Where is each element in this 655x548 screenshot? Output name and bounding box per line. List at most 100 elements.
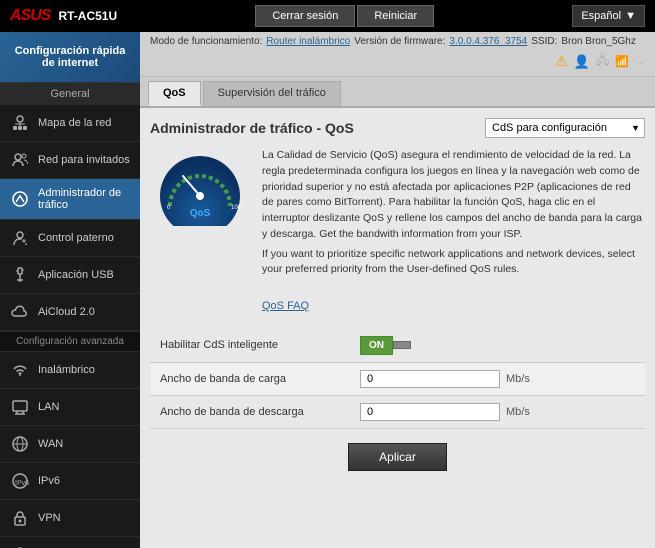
quick-config-label: Configuración rápida de internet	[8, 45, 132, 69]
sidebar-item-vpn[interactable]: VPN	[0, 500, 140, 537]
ssid-value: Bron Bron_5Ghz	[561, 36, 636, 47]
logo-area: ASUS RT-AC51U	[10, 7, 117, 25]
sidebar-item-label: Red para invitados	[38, 154, 130, 166]
download-bandwidth-value: Mb/s	[360, 403, 530, 421]
svg-text:QoS: QoS	[190, 208, 211, 219]
sidebar-item-label: Control paterno	[38, 232, 114, 244]
firmware-bar: Modo de funcionamiento: Router inalámbri…	[140, 32, 655, 77]
firmware-version[interactable]: 3.0.0.4.376_3754	[449, 36, 527, 47]
download-unit: Mb/s	[506, 406, 530, 418]
sidebar-item-label: LAN	[38, 401, 59, 413]
info-description: La Calidad de Servicio (QoS) asegura el …	[262, 148, 645, 315]
status-icons: ⚠ 👤 🖧 📶 →	[555, 51, 645, 72]
form-fields: Habilitar CdS inteligente ON Ancho de ba…	[150, 329, 645, 429]
sidebar-quick-config[interactable]: Configuración rápida de internet	[0, 32, 140, 82]
sidebar-item-usb[interactable]: Aplicación USB	[0, 257, 140, 294]
chevron-down-icon: ▼	[625, 10, 636, 22]
traffic-icon	[10, 189, 30, 209]
enable-qos-value: ON	[360, 336, 411, 355]
sidebar-item-label: Administrador de tráfico	[38, 187, 130, 211]
apply-button[interactable]: Aplicar	[348, 443, 447, 471]
ssid-label: SSID:	[531, 36, 557, 47]
ipv6-icon: IPv6	[10, 471, 30, 491]
sidebar-item-label: VPN	[38, 512, 61, 524]
sidebar: Configuración rápida de internet General…	[0, 32, 140, 548]
tab-qos[interactable]: QoS	[148, 81, 201, 106]
speedometer-graphic: QoS 0 100	[150, 148, 250, 228]
field-upload-bandwidth: Ancho de banda de carga Mb/s	[150, 363, 645, 396]
upload-unit: Mb/s	[506, 373, 530, 385]
sidebar-item-label: Mapa de la red	[38, 117, 111, 129]
network-status-icon: 🖧	[596, 51, 609, 72]
warning-icon: ⚠	[555, 53, 568, 70]
sidebar-item-label: AiCloud 2.0	[38, 306, 95, 318]
wan-icon	[10, 434, 30, 454]
upload-bandwidth-input[interactable]	[360, 370, 500, 388]
main-content: Modo de funcionamiento: Router inalámbri…	[140, 32, 655, 548]
parental-icon	[10, 228, 30, 248]
sidebar-section-advanced: Configuración avanzada	[0, 331, 140, 352]
info-paragraph-2: If you want to prioritize specific netwo…	[262, 247, 645, 279]
sidebar-item-firewall[interactable]: Firewall	[0, 537, 140, 548]
sidebar-item-guests[interactable]: Red para invitados	[0, 142, 140, 179]
header: ASUS RT-AC51U Cerrar sesión Reiniciar Es…	[0, 0, 655, 32]
sidebar-item-aicloud[interactable]: AiCloud 2.0	[0, 294, 140, 331]
header-buttons: Cerrar sesión Reiniciar	[255, 5, 434, 27]
guests-icon	[10, 150, 30, 170]
config-dropdown[interactable]: CdS para configuración	[485, 118, 645, 138]
asus-logo: ASUS	[10, 7, 50, 25]
sidebar-item-ipv6[interactable]: IPv6 IPv6	[0, 463, 140, 500]
signal-icon: 📶	[615, 55, 629, 68]
user-icon: 👤	[574, 54, 590, 70]
info-box: QoS 0 100 La Calidad de Servicio (QoS) a…	[150, 148, 645, 315]
field-download-bandwidth: Ancho de banda de descarga Mb/s	[150, 396, 645, 429]
sidebar-item-parental[interactable]: Control paterno	[0, 220, 140, 257]
wireless-icon	[10, 360, 30, 380]
restart-button[interactable]: Reiniciar	[357, 5, 434, 27]
network-icon	[10, 113, 30, 133]
vpn-icon	[10, 508, 30, 528]
info-paragraph-1: La Calidad de Servicio (QoS) asegura el …	[262, 148, 645, 243]
svg-text:IPv6: IPv6	[15, 480, 29, 487]
sidebar-item-label: WAN	[38, 438, 63, 450]
sidebar-item-wireless[interactable]: Inalámbrico	[0, 352, 140, 389]
upload-bandwidth-value: Mb/s	[360, 370, 530, 388]
sidebar-item-label: Aplicación USB	[38, 269, 114, 281]
version-label: Versión de firmware:	[354, 36, 445, 47]
logout-button[interactable]: Cerrar sesión	[255, 5, 355, 27]
lan-icon	[10, 397, 30, 417]
sidebar-item-label: Inalámbrico	[38, 364, 95, 376]
toggle-off-label[interactable]	[393, 341, 411, 349]
page-title: Administrador de tráfico - QoS	[150, 120, 354, 136]
toggle-on-label[interactable]: ON	[360, 336, 393, 355]
sidebar-item-network-map[interactable]: Mapa de la red	[0, 105, 140, 142]
sidebar-item-wan[interactable]: WAN	[0, 426, 140, 463]
qos-toggle[interactable]: ON	[360, 336, 411, 355]
sidebar-item-lan[interactable]: LAN	[0, 389, 140, 426]
sidebar-section-general: General	[0, 82, 140, 105]
mode-link[interactable]: Router inalámbrico	[266, 36, 350, 47]
sidebar-item-traffic[interactable]: Administrador de tráfico	[0, 179, 140, 220]
sidebar-item-label: IPv6	[38, 475, 60, 487]
qos-faq-link[interactable]: QoS FAQ	[262, 300, 309, 312]
mode-label: Modo de funcionamiento:	[150, 36, 262, 47]
tab-traffic-monitor[interactable]: Supervisión del tráfico	[203, 81, 341, 106]
usb-icon	[10, 265, 30, 285]
content-area: Administrador de tráfico - QoS CdS para …	[140, 108, 655, 548]
model-name: RT-AC51U	[58, 9, 117, 23]
tabs-bar: QoS Supervisión del tráfico	[140, 77, 655, 108]
main-layout: Configuración rápida de internet General…	[0, 32, 655, 548]
apply-section: Aplicar	[150, 429, 645, 485]
language-selector[interactable]: Español ▼	[572, 5, 645, 27]
content-header: Administrador de tráfico - QoS CdS para …	[150, 118, 645, 138]
upload-bandwidth-label: Ancho de banda de carga	[160, 373, 360, 385]
cloud-icon	[10, 302, 30, 322]
svg-text:100: 100	[231, 205, 242, 211]
download-bandwidth-label: Ancho de banda de descarga	[160, 406, 360, 418]
arrow-icon: →	[635, 56, 645, 67]
download-bandwidth-input[interactable]	[360, 403, 500, 421]
field-enable-qos: Habilitar CdS inteligente ON	[150, 329, 645, 363]
config-dropdown-wrap: CdS para configuración	[485, 118, 645, 138]
enable-qos-label: Habilitar CdS inteligente	[160, 339, 360, 351]
language-label: Español	[581, 10, 621, 22]
